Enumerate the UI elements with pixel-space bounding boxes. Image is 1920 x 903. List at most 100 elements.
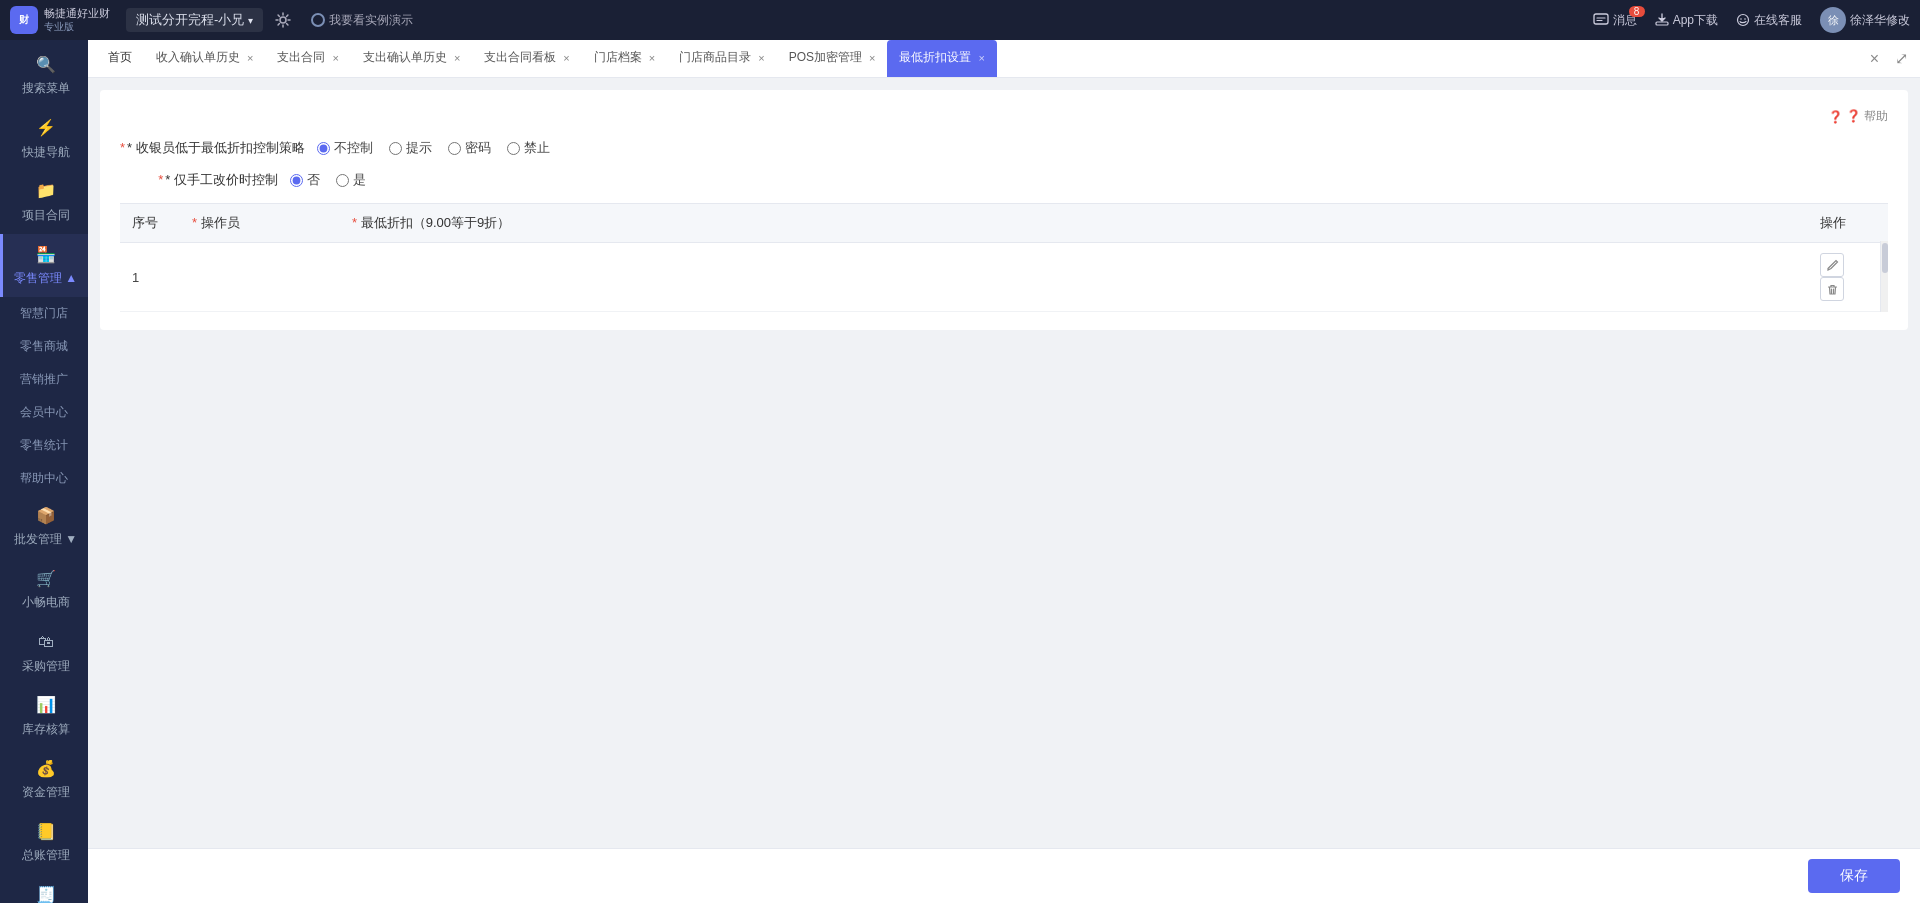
policy-forbid[interactable]: 禁止 (507, 139, 550, 157)
logo-text: 畅捷通好业财 专业版 (44, 7, 110, 32)
chevron-down-icon: ▾ (248, 15, 253, 26)
tabbar: 首页 收入确认单历史 × 支出合同 × 支出确认单历史 × 支出合同看板 × 门… (88, 40, 1920, 78)
tab-payment-board[interactable]: 支出合同看板 × (472, 40, 581, 78)
tabbar-actions: × ⤢ (1866, 47, 1912, 70)
cell-min-discount (340, 243, 1808, 312)
manual-yes[interactable]: 是 (336, 171, 366, 189)
discount-table: 序号 * 操作员 * 最低折扣（9.00等于9折） 操作 1 (120, 203, 1888, 312)
sidebar-item-smart-store[interactable]: 智慧门店 (0, 297, 88, 330)
help-link[interactable]: ❓ ❓ 帮助 (1828, 108, 1888, 125)
tab-store-file[interactable]: 门店档案 × (582, 40, 667, 78)
online-service-btn[interactable]: 在线客服 (1736, 12, 1802, 29)
sidebar-item-ecommerce[interactable]: 🛒 小畅电商 (0, 558, 88, 621)
svg-rect-2 (1656, 22, 1668, 25)
messages-btn[interactable]: 消息 8 (1593, 12, 1637, 29)
search-icon: 🔍 (36, 54, 56, 76)
manual-radio-group: 否 是 (290, 171, 366, 189)
shortcut-icon: ⚡ (36, 117, 56, 139)
sidebar-item-purchase[interactable]: 🛍 采购管理 (0, 621, 88, 684)
manual-label: ** 仅手工改价时控制 (120, 171, 290, 189)
page-footer: 保存 (88, 848, 1920, 903)
sidebar-item-inventory[interactable]: 📊 库存核算 (0, 684, 88, 747)
tab-close-store-products[interactable]: × (758, 52, 764, 64)
cell-seq: 1 (120, 243, 180, 312)
ledger-icon: 📒 (36, 821, 56, 843)
edit-btn[interactable] (1820, 253, 1844, 277)
tab-pos-password[interactable]: POS加密管理 × (777, 40, 888, 78)
tab-min-discount[interactable]: 最低折扣设置 × (887, 40, 996, 78)
policy-label: ** 收银员低于最低折扣控制策略 (120, 139, 317, 157)
sidebar-item-wholesale[interactable]: 📦 批发管理 ▼ (0, 495, 88, 558)
wholesale-icon: 📦 (36, 505, 56, 527)
retail-icon: 🏪 (36, 244, 56, 266)
delete-btn[interactable] (1820, 277, 1844, 301)
policy-password[interactable]: 密码 (448, 139, 491, 157)
th-actions: 操作 (1808, 204, 1888, 243)
sidebar-item-capital[interactable]: 💰 资金管理 (0, 748, 88, 811)
sidebar-item-member[interactable]: 会员中心 (0, 396, 88, 429)
sidebar-item-shortcut[interactable]: ⚡ 快捷导航 (0, 107, 88, 170)
th-operator: * 操作员 (180, 204, 340, 243)
sidebar-item-retail[interactable]: 🏪 零售管理 ▲ (0, 234, 88, 297)
sidebar-item-ledger[interactable]: 📒 总账管理 (0, 811, 88, 874)
main-layout: 🔍 搜索菜单 ⚡ 快捷导航 📁 项目合同 🏪 零售管理 ▲ 智慧门店 零售商城 … (0, 40, 1920, 903)
tab-close-store-file[interactable]: × (649, 52, 655, 64)
content-area: 首页 收入确认单历史 × 支出合同 × 支出确认单历史 × 支出合同看板 × 门… (88, 40, 1920, 903)
tab-expand-btn[interactable]: ⤢ (1891, 47, 1912, 70)
policy-remind[interactable]: 提示 (389, 139, 432, 157)
tab-close-payment-confirm-history[interactable]: × (454, 52, 460, 64)
tab-close-min-discount[interactable]: × (978, 52, 984, 64)
tab-income-history[interactable]: 收入确认单历史 × (144, 40, 265, 78)
policy-form-row: ** 收银员低于最低折扣控制策略 不控制 提示 密码 (120, 139, 1888, 157)
th-seq: 序号 (120, 204, 180, 243)
demo-link[interactable]: 我要看实例演示 (311, 12, 413, 29)
tab-close-pos-password[interactable]: × (869, 52, 875, 64)
svg-point-5 (1744, 18, 1746, 20)
tab-payment-contract[interactable]: 支出合同 × (265, 40, 350, 78)
svg-rect-1 (1594, 14, 1608, 24)
tab-home[interactable]: 首页 (96, 40, 144, 78)
sidebar-item-invoice[interactable]: 🧾 发票管理 (0, 874, 88, 903)
sidebar-item-help[interactable]: 帮助中心 (0, 462, 88, 495)
inventory-icon: 📊 (36, 694, 56, 716)
project-selector[interactable]: 测试分开完程-小兄 ▾ (126, 8, 263, 32)
tab-store-products[interactable]: 门店商品目录 × (667, 40, 776, 78)
table-container: 序号 * 操作员 * 最低折扣（9.00等于9折） 操作 1 (120, 203, 1888, 312)
ecommerce-icon: 🛒 (36, 568, 56, 590)
settings-icon[interactable] (271, 8, 295, 32)
help-icon: ❓ (1828, 110, 1843, 124)
table-scrollbar[interactable] (1880, 241, 1888, 312)
tab-close-all-btn[interactable]: × (1866, 48, 1883, 70)
svg-point-3 (1738, 15, 1749, 26)
sidebar-item-search[interactable]: 🔍 搜索菜单 (0, 44, 88, 107)
logo: 财 畅捷通好业财 专业版 (10, 6, 110, 34)
project-icon: 📁 (36, 180, 56, 202)
tab-close-income-history[interactable]: × (247, 52, 253, 64)
capital-icon: 💰 (36, 758, 56, 780)
topbar: 财 畅捷通好业财 专业版 测试分开完程-小兄 ▾ 我要看实例演示 消息 8 Ap… (0, 0, 1920, 40)
topbar-right: 消息 8 App下载 在线客服 徐 徐泽华修改 (1593, 7, 1910, 33)
cell-operator (180, 243, 340, 312)
app-download-btn[interactable]: App下载 (1655, 12, 1718, 29)
avatar: 徐 (1820, 7, 1846, 33)
svg-point-0 (280, 17, 286, 23)
manual-no[interactable]: 否 (290, 171, 320, 189)
save-button[interactable]: 保存 (1808, 859, 1900, 893)
policy-no-control[interactable]: 不控制 (317, 139, 373, 157)
purchase-icon: 🛍 (38, 631, 54, 653)
tab-close-payment-board[interactable]: × (563, 52, 569, 64)
page-content: ❓ ❓ 帮助 ** 收银员低于最低折扣控制策略 不控制 (88, 78, 1920, 848)
th-min-discount: * 最低折扣（9.00等于9折） (340, 204, 1808, 243)
sidebar-item-retail-stats[interactable]: 零售统计 (0, 429, 88, 462)
sidebar-item-marketing[interactable]: 营销推广 (0, 363, 88, 396)
svg-point-4 (1740, 18, 1742, 20)
cell-actions (1808, 243, 1888, 312)
tab-payment-confirm-history[interactable]: 支出确认单历史 × (351, 40, 472, 78)
scrollbar-thumb (1882, 243, 1888, 273)
tab-close-payment-contract[interactable]: × (332, 52, 338, 64)
table-row: 1 (120, 243, 1888, 312)
sidebar-item-project[interactable]: 📁 项目合同 (0, 170, 88, 233)
user-profile-btn[interactable]: 徐 徐泽华修改 (1820, 7, 1910, 33)
settings-card: ❓ ❓ 帮助 ** 收银员低于最低折扣控制策略 不控制 (100, 90, 1908, 330)
sidebar-item-retail-mall[interactable]: 零售商城 (0, 330, 88, 363)
